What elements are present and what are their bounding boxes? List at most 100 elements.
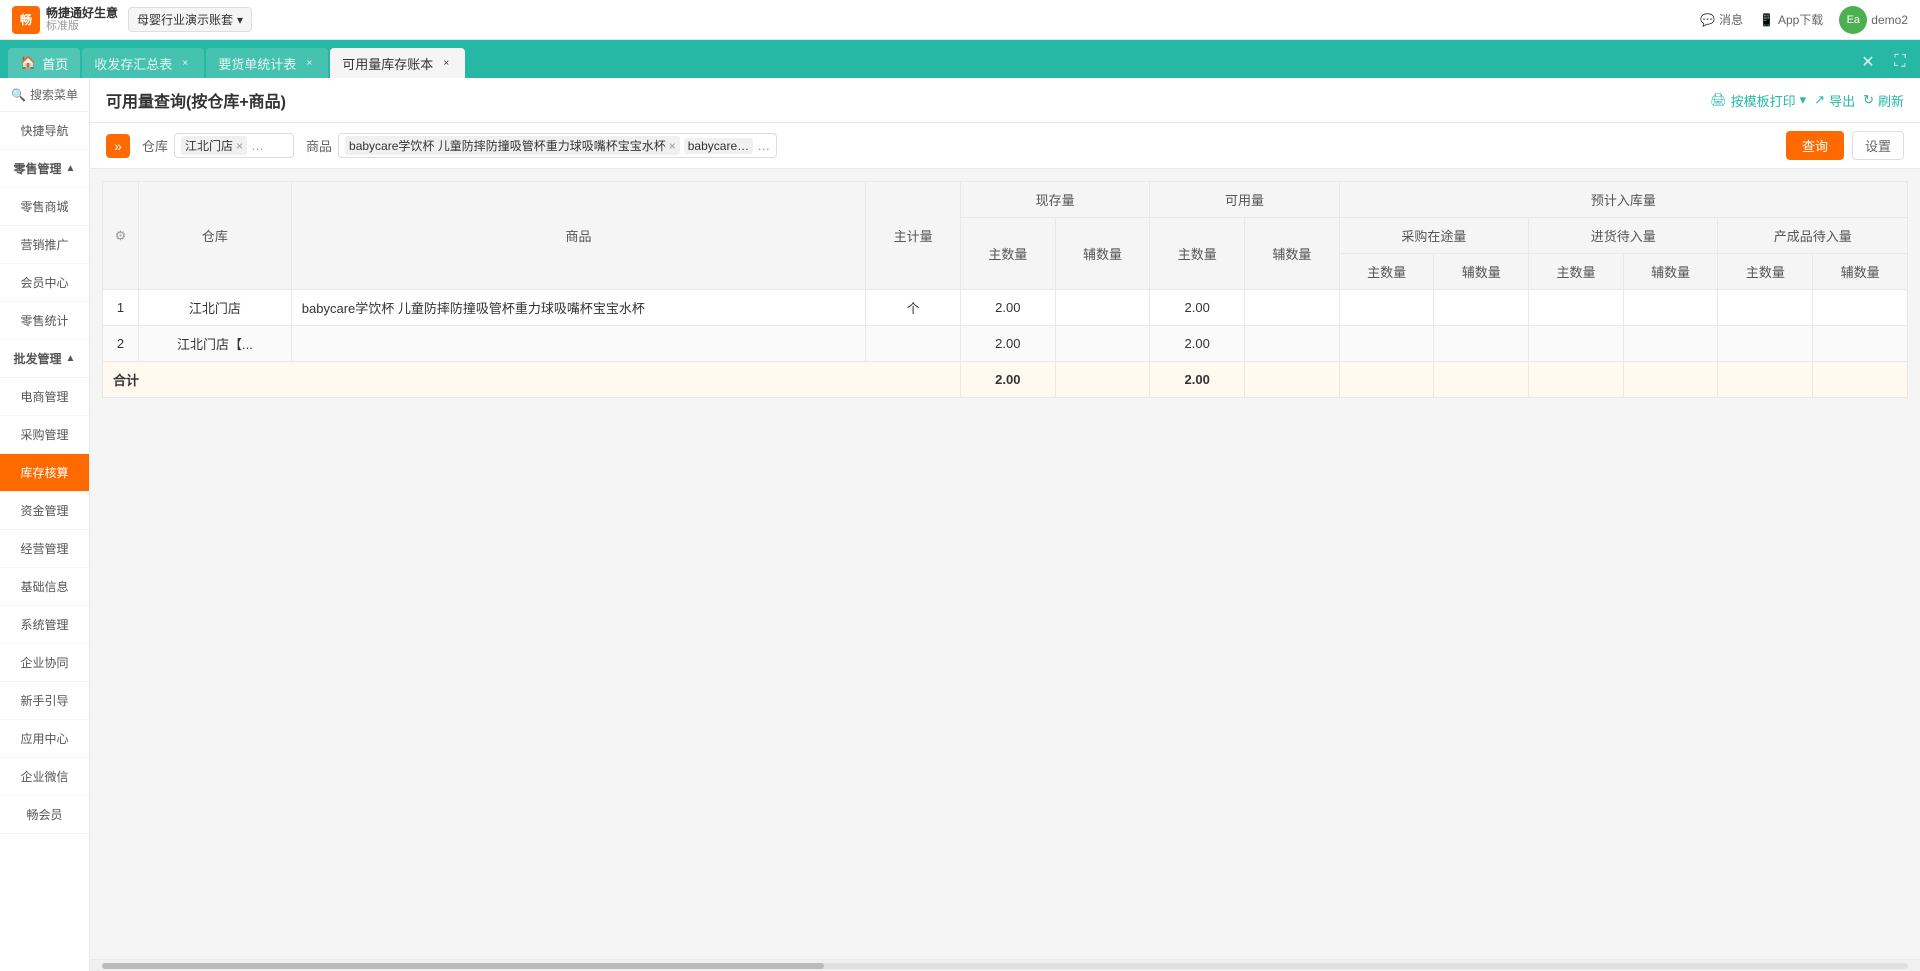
- sidebar-operations-label: 经营管理: [20, 540, 68, 557]
- product-filter-more[interactable]: …: [757, 138, 770, 153]
- warehouse-filter-group: 仓库 江北门店 × …: [142, 133, 294, 158]
- home-icon: 🏠: [20, 55, 36, 71]
- sidebar-item-member-vip[interactable]: 畅会员: [0, 796, 89, 834]
- th-available-group: 可用量: [1150, 182, 1339, 218]
- th-current-aux-qty: 辅数量: [1055, 218, 1150, 290]
- close-tab-btn[interactable]: ✕: [1856, 50, 1880, 74]
- sidebar-item-new-guide[interactable]: 新手引导: [0, 682, 89, 720]
- sidebar-item-ecommerce[interactable]: 电商管理: [0, 378, 89, 416]
- sidebar-search-label: 搜索菜单: [30, 86, 78, 103]
- filter-toggle[interactable]: »: [106, 134, 130, 158]
- product-filter-label: 商品: [306, 136, 332, 155]
- print-template-button[interactable]: 🖨 按模板打印 ▾: [1710, 91, 1806, 110]
- logo-subtitle: 标准版: [46, 20, 118, 33]
- sidebar-item-sys-mgmt[interactable]: 系统管理: [0, 606, 89, 644]
- app-download-action[interactable]: 📱 App下载: [1759, 11, 1823, 28]
- warehouse-filter-label: 仓库: [142, 136, 168, 155]
- tab-available-inventory[interactable]: 可用量库存账本 ×: [330, 48, 465, 78]
- th-purchase-aux: 辅数量: [1434, 254, 1529, 290]
- warehouse-filter-more[interactable]: …: [251, 138, 264, 153]
- product-filter-tag1: babycare学饮杯 儿童防摔防撞吸管杯重力球吸嘴杯宝宝水杯 ×: [345, 136, 680, 155]
- tab-order-stats[interactable]: 要货单统计表 ×: [206, 48, 328, 78]
- tab-receipt-summary-close[interactable]: ×: [178, 56, 192, 70]
- sidebar-item-base-info[interactable]: 基础信息: [0, 568, 89, 606]
- th-incoming-main: 主数量: [1529, 254, 1624, 290]
- th-planned-in-group: 预计入库量: [1339, 182, 1907, 218]
- scrollbar-track[interactable]: [102, 963, 1908, 969]
- sidebar-inventory-label: 库存核算: [20, 464, 68, 481]
- sidebar-item-inventory[interactable]: 库存核算: [0, 454, 89, 492]
- row1-purchase-aux: [1434, 290, 1529, 326]
- sidebar-item-quick-nav[interactable]: 快捷导航: [0, 112, 89, 150]
- tab-receipt-summary-label: 收发存汇总表: [94, 54, 172, 73]
- th-current-stock-group: 现存量: [960, 182, 1149, 218]
- summary-label: 合计: [103, 362, 961, 398]
- row1-purchase-main: [1339, 290, 1434, 326]
- main-layout: 🔍 搜索菜单 快捷导航 零售管理 ▲ 零售商城 营销推广 会员中心 零售统计 批…: [0, 78, 1920, 971]
- th-purchase-transit-group: 采购在途量: [1339, 218, 1528, 254]
- row2-seq: 2: [103, 326, 139, 362]
- summary-current-aux: [1055, 362, 1150, 398]
- app-download-label: App下载: [1778, 11, 1823, 28]
- tab-receipt-summary[interactable]: 收发存汇总表 ×: [82, 48, 204, 78]
- sidebar-base-info-label: 基础信息: [20, 578, 68, 595]
- refresh-button[interactable]: ↻ 刷新: [1863, 91, 1904, 110]
- sidebar-item-retail-mall[interactable]: 零售商城: [0, 188, 89, 226]
- settings-button[interactable]: 设置: [1852, 131, 1904, 160]
- sidebar-item-operations[interactable]: 经营管理: [0, 530, 89, 568]
- message-icon: 💬: [1700, 13, 1715, 27]
- sidebar-sys-mgmt-label: 系统管理: [20, 616, 68, 633]
- sidebar-item-enterprise-wechat[interactable]: 企业微信: [0, 758, 89, 796]
- logo-area: 畅 畅捷通好生意 标准版: [12, 6, 118, 34]
- message-action[interactable]: 💬 消息: [1700, 11, 1743, 28]
- export-button[interactable]: ↗ 导出: [1814, 91, 1855, 110]
- tab-home[interactable]: 🏠 首页: [8, 48, 80, 78]
- expand-btn[interactable]: ⛶: [1888, 50, 1912, 74]
- sidebar-procurement-label: 采购管理: [20, 426, 68, 443]
- print-label: 按模板打印: [1731, 91, 1796, 110]
- sidebar-item-marketing[interactable]: 营销推广: [0, 226, 89, 264]
- row2-purchase-aux: [1434, 326, 1529, 362]
- sidebar-item-wholesale-mgmt[interactable]: 批发管理 ▲: [0, 340, 89, 378]
- sidebar-finance-label: 资金管理: [20, 502, 68, 519]
- chevron-up-icon: ▲: [66, 163, 76, 174]
- summary-row: 合计 2.00 2.00: [103, 362, 1908, 398]
- sidebar-retail-mgmt-label: 零售管理: [14, 160, 62, 177]
- sidebar-item-enterprise-collab[interactable]: 企业协同: [0, 644, 89, 682]
- sidebar-marketing-label: 营销推广: [20, 236, 68, 253]
- search-button[interactable]: 查询: [1786, 131, 1844, 160]
- app-icon: 📱: [1759, 13, 1774, 27]
- scrollbar-thumb[interactable]: [102, 963, 824, 969]
- industry-selector-text: 母婴行业演示账套: [137, 11, 233, 28]
- sidebar-item-member-center[interactable]: 会员中心: [0, 264, 89, 302]
- th-current-main-qty: 主数量: [960, 218, 1055, 290]
- table-row: 1 江北门店 babycare学饮杯 儿童防摔防撞吸管杯重力球吸嘴杯宝宝水杯 个…: [103, 290, 1908, 326]
- gear-icon[interactable]: ⚙: [115, 228, 127, 243]
- th-available-main-qty: 主数量: [1150, 218, 1245, 290]
- table-container: ⚙ 仓库 商品 主计量 现存量 可用量 预计入库量 主数量 辅数量 主数量 辅数…: [90, 169, 1920, 959]
- warehouse-tag-close[interactable]: ×: [236, 139, 243, 153]
- tab-available-inventory-close[interactable]: ×: [439, 56, 453, 70]
- warehouse-tag-text: 江北门店: [185, 137, 233, 154]
- sidebar-item-retail-mgmt[interactable]: 零售管理 ▲: [0, 150, 89, 188]
- bottom-scrollbar[interactable]: [90, 959, 1920, 971]
- sidebar-item-app-center[interactable]: 应用中心: [0, 720, 89, 758]
- product-filter-input[interactable]: babycare学饮杯 儿童防摔防撞吸管杯重力球吸嘴杯宝宝水杯 × babyca…: [338, 133, 777, 158]
- tab-order-stats-close[interactable]: ×: [302, 56, 316, 70]
- sidebar-enterprise-wechat-label: 企业微信: [20, 768, 68, 785]
- row2-current-aux: [1055, 326, 1150, 362]
- sidebar-item-finance[interactable]: 资金管理: [0, 492, 89, 530]
- row1-product: babycare学饮杯 儿童防摔防撞吸管杯重力球吸嘴杯宝宝水杯: [291, 290, 866, 326]
- sidebar-search[interactable]: 🔍 搜索菜单: [0, 78, 89, 112]
- tab-available-inventory-label: 可用量库存账本: [342, 54, 433, 73]
- message-label: 消息: [1719, 11, 1743, 28]
- user-action[interactable]: Ea demo2: [1839, 6, 1908, 34]
- sidebar-item-retail-stats[interactable]: 零售统计: [0, 302, 89, 340]
- product-tag1-close[interactable]: ×: [669, 139, 676, 153]
- industry-selector[interactable]: 母婴行业演示账套 ▾: [128, 7, 252, 32]
- page-title: 可用量查询(按仓库+商品): [106, 88, 286, 122]
- warehouse-filter-input[interactable]: 江北门店 × …: [174, 133, 294, 158]
- th-settings[interactable]: ⚙: [103, 182, 139, 290]
- filter-toggle-icon: »: [114, 138, 122, 154]
- sidebar-item-procurement[interactable]: 采购管理: [0, 416, 89, 454]
